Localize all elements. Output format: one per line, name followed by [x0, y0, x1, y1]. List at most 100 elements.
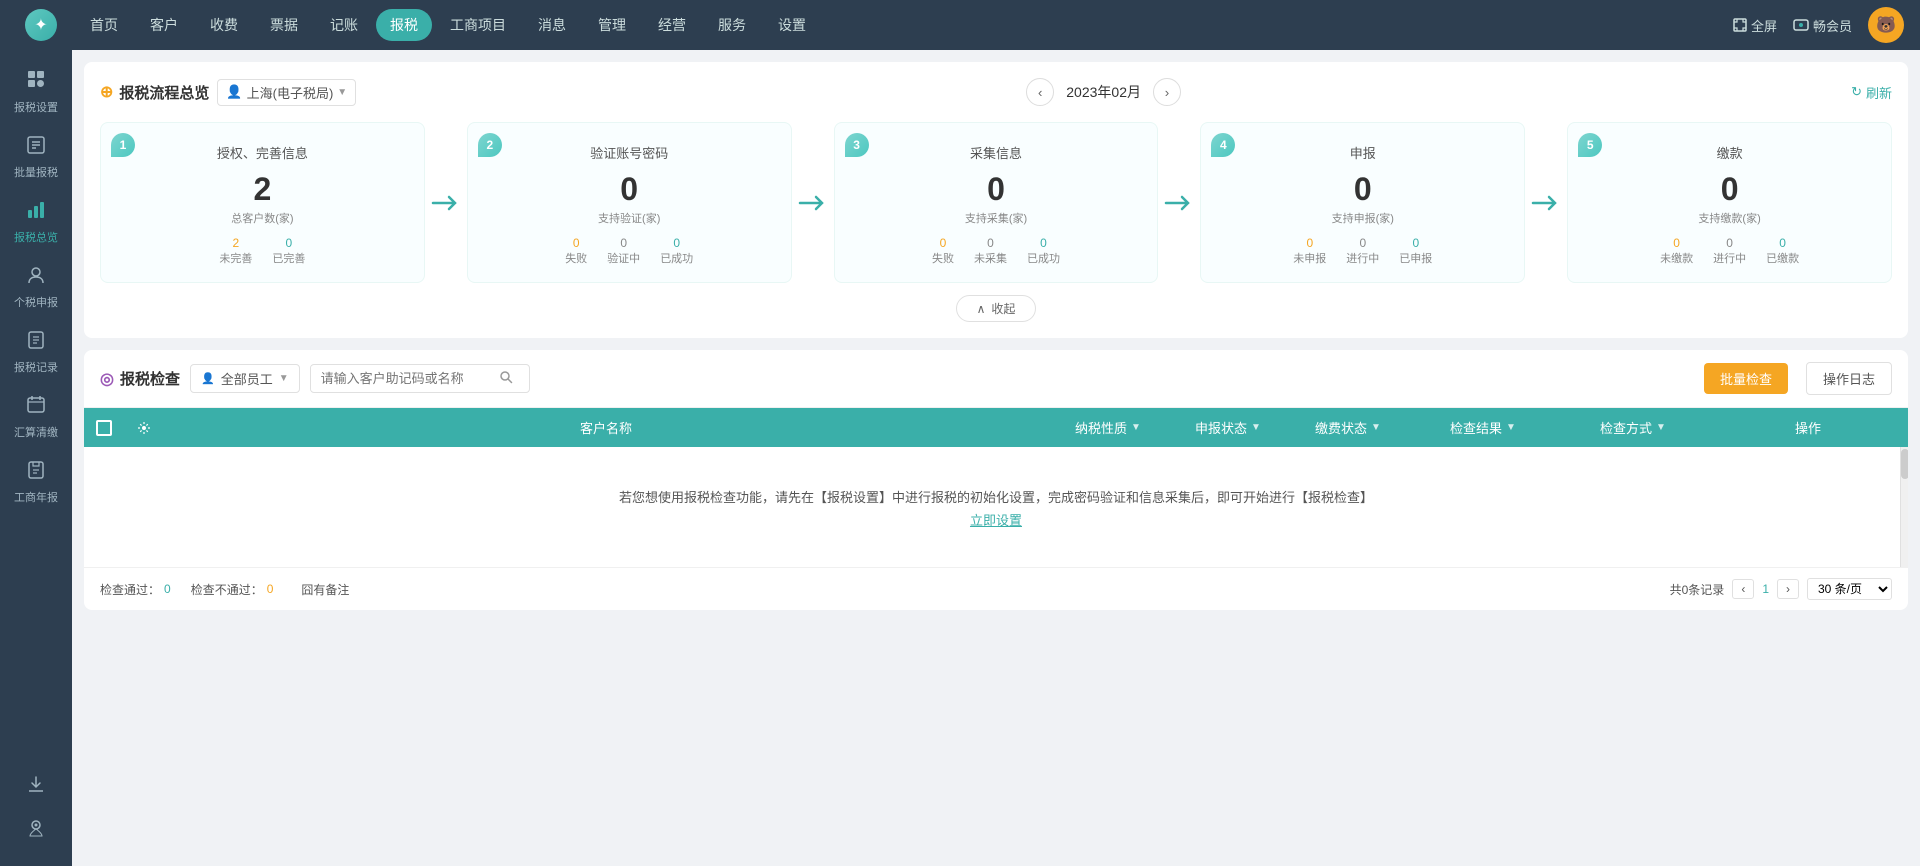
pass-count[interactable]: 0 [164, 582, 171, 596]
tax-settings-icon [25, 68, 47, 95]
th-operation: 操作 [1708, 408, 1908, 447]
nav-operation[interactable]: 经营 [644, 9, 700, 41]
step2-stat-2[interactable]: 0 验证中 [607, 236, 640, 266]
step-subtitle-3: 支持采集(家) [851, 210, 1142, 226]
overview-title-icon: ⊕ [100, 82, 113, 102]
nav-business[interactable]: 工商项目 [436, 9, 520, 41]
step-subtitle-5: 支持缴款(家) [1584, 210, 1875, 226]
filter-icon-5[interactable]: ▼ [1656, 422, 1666, 433]
step-stats-2: 0 失败 0 验证中 0 已成功 [484, 236, 775, 266]
step-stats-3: 0 失败 0 未采集 0 已成功 [851, 236, 1142, 266]
business-annual-icon [26, 460, 46, 485]
tax-overview-icon [26, 200, 46, 225]
fullscreen-btn[interactable]: 全屏 [1733, 16, 1777, 35]
step2-stat-3[interactable]: 0 已成功 [660, 236, 693, 266]
step3-stat-3[interactable]: 0 已成功 [1027, 236, 1060, 266]
step3-stat-1[interactable]: 0 失败 [932, 236, 954, 266]
content-area: ⊕ 报税流程总览 👤 上海(电子税局) ▼ ‹ 2023年02月 › ↻ 刷新 [72, 50, 1920, 866]
step3-stat-2[interactable]: 0 未采集 [974, 236, 1007, 266]
setup-link[interactable]: 立即设置 [970, 510, 1022, 529]
step-count-1: 2 [117, 170, 408, 208]
batch-tax-icon [26, 135, 46, 160]
step1-stat-1[interactable]: 2 未完善 [219, 236, 252, 266]
overview-header: ⊕ 报税流程总览 👤 上海(电子税局) ▼ ‹ 2023年02月 › ↻ 刷新 [100, 78, 1892, 106]
batch-check-button[interactable]: 批量检查 [1704, 363, 1788, 394]
nav-settings[interactable]: 设置 [764, 9, 820, 41]
select-all-checkbox[interactable] [96, 420, 112, 436]
table-footer: 检查通过： 0 检查不通过： 0 囧有备注 共0条记录 ‹ 1 › 30 条/页… [84, 567, 1908, 610]
has-note: 囧有备注 [301, 581, 349, 598]
step-number-1: 1 [111, 133, 135, 157]
nav-tax[interactable]: 报税 [376, 9, 432, 41]
step-title-5: 缴款 [1584, 143, 1875, 162]
tax-records-icon [26, 330, 46, 355]
nav-customer[interactable]: 客户 [136, 9, 192, 41]
step-card-1: 1 授权、完善信息 2 总客户数(家) 2 未完善 0 已完善 [100, 122, 425, 283]
sidebar-item-business-annual[interactable]: 工商年报 [0, 450, 72, 515]
collapse-btn[interactable]: ∧ 收起 [956, 295, 1037, 322]
sidebar-item-annual-settlement[interactable]: 汇算清缴 [0, 385, 72, 450]
fail-count[interactable]: 0 [267, 582, 274, 596]
sidebar-item-tax-records[interactable]: 报税记录 [0, 320, 72, 385]
step-card-2: 2 验证账号密码 0 支持验证(家) 0 失败 0 验证中 [467, 122, 792, 283]
individual-tax-icon [26, 265, 46, 290]
overview-panel: ⊕ 报税流程总览 👤 上海(电子税局) ▼ ‹ 2023年02月 › ↻ 刷新 [84, 62, 1908, 338]
check-header: ◎ 报税检查 👤 全部员工 ▼ 批 [84, 350, 1908, 408]
step4-stat-3[interactable]: 0 已申报 [1399, 236, 1432, 266]
filter-icon-2[interactable]: ▼ [1251, 422, 1261, 433]
total-records: 共0条记录 [1670, 581, 1725, 598]
step-title-1: 授权、完善信息 [117, 143, 408, 162]
filter-icon-3[interactable]: ▼ [1371, 422, 1381, 433]
nav-fee[interactable]: 收费 [196, 9, 252, 41]
month-display: 2023年02月 [1066, 82, 1141, 102]
sidebar-label-tax-records: 报税记录 [14, 359, 58, 375]
member-btn[interactable]: 畅会员 [1793, 16, 1852, 35]
sidebar-item-individual-tax[interactable]: 个税申报 [0, 255, 72, 320]
step-subtitle-1: 总客户数(家) [117, 210, 408, 226]
next-month-btn[interactable]: › [1153, 78, 1181, 106]
table-header: 客户名称 纳税性质 ▼ 申报状态 ▼ 缴费状态 ▼ 检查结果 ▼ [84, 408, 1908, 447]
prev-page-btn[interactable]: ‹ [1732, 579, 1754, 599]
step-subtitle-2: 支持验证(家) [484, 210, 775, 226]
refresh-btn[interactable]: ↻ 刷新 [1851, 83, 1892, 102]
step4-stat-1[interactable]: 0 未申报 [1293, 236, 1326, 266]
step-card-4: 4 申报 0 支持申报(家) 0 未申报 0 进行中 [1200, 122, 1525, 283]
per-page-select[interactable]: 30 条/页 50 条/页 100 条/页 [1807, 578, 1892, 600]
nav-management[interactable]: 管理 [584, 9, 640, 41]
sidebar-label-annual-settlement: 汇算清缴 [14, 424, 58, 440]
sidebar-item-tax-overview[interactable]: 报税总览 [0, 190, 72, 255]
filter-icon-1[interactable]: ▼ [1131, 422, 1141, 433]
location-selector[interactable]: 👤 上海(电子税局) ▼ [217, 79, 356, 106]
nav-message[interactable]: 消息 [524, 9, 580, 41]
step4-stat-2[interactable]: 0 进行中 [1346, 236, 1379, 266]
filter-icon-4[interactable]: ▼ [1506, 422, 1516, 433]
location-person-icon: 👤 [226, 84, 242, 100]
next-page-btn[interactable]: › [1777, 579, 1799, 599]
top-right: 全屏 畅会员 🐻 [1733, 7, 1904, 43]
nav-invoice[interactable]: 票据 [256, 9, 312, 41]
sidebar-item-tax-settings[interactable]: 报税设置 [0, 58, 72, 125]
step1-stat-2[interactable]: 0 已完善 [272, 236, 305, 266]
sidebar-label-individual-tax: 个税申报 [14, 294, 58, 310]
op-log-button[interactable]: 操作日志 [1806, 362, 1892, 395]
search-button[interactable] [491, 365, 521, 392]
search-input[interactable] [311, 366, 491, 391]
prev-month-btn[interactable]: ‹ [1026, 78, 1054, 106]
sidebar-item-download[interactable] [22, 764, 50, 807]
step2-stat-1[interactable]: 0 失败 [565, 236, 587, 266]
nav-home[interactable]: 首页 [76, 9, 132, 41]
nav-accounting[interactable]: 记账 [316, 9, 372, 41]
step5-stat-3[interactable]: 0 已缴款 [1766, 236, 1799, 266]
nav-service[interactable]: 服务 [704, 9, 760, 41]
sidebar-item-location[interactable] [22, 807, 50, 850]
step5-stat-2[interactable]: 0 进行中 [1713, 236, 1746, 266]
th-payment-status: 缴费状态 ▼ [1288, 408, 1408, 447]
sidebar-bottom [22, 764, 50, 866]
fail-stat: 检查不通过： 0 [191, 581, 274, 598]
sidebar-item-batch-tax[interactable]: 批量报税 [0, 125, 72, 190]
table-body: 若您想使用报税检查功能，请先在【报税设置】中进行报税的初始化设置，完成密码验证和… [84, 447, 1908, 567]
step5-stat-1[interactable]: 0 未缴款 [1660, 236, 1693, 266]
th-settings-col [124, 411, 164, 445]
step-card-5: 5 缴款 0 支持缴款(家) 0 未缴款 0 进行中 [1567, 122, 1892, 283]
employee-selector[interactable]: 👤 全部员工 ▼ [190, 364, 300, 393]
